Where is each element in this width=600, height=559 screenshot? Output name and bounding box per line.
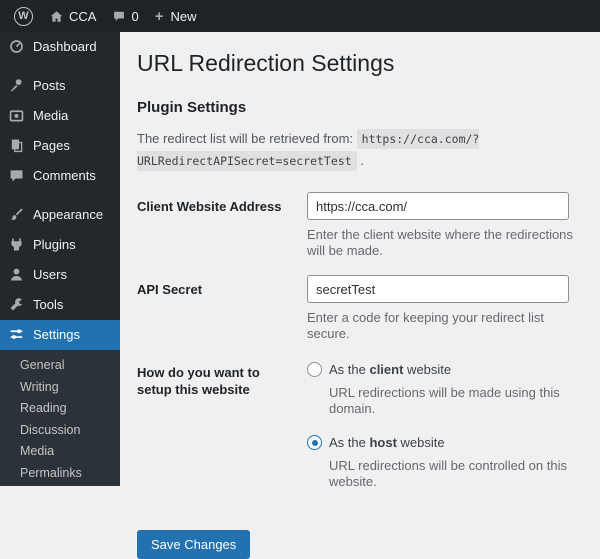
sidebar-item-label: Tools bbox=[33, 297, 64, 312]
sidebar-item-pages[interactable]: Pages bbox=[0, 131, 120, 161]
retrieve-suffix: . bbox=[360, 153, 364, 168]
home-icon bbox=[49, 9, 64, 24]
sidebar-item-label: Posts bbox=[33, 78, 66, 93]
client-website-row: Client Website Address Enter the client … bbox=[137, 192, 580, 259]
admin-bar: W CCA 0 + New bbox=[0, 0, 600, 32]
sidebar-item-tools[interactable]: Tools bbox=[0, 290, 120, 320]
save-changes-button[interactable]: Save Changes bbox=[137, 530, 251, 559]
submenu-item-writing[interactable]: Writing bbox=[0, 377, 120, 399]
sidebar-item-label: Settings bbox=[33, 327, 80, 342]
sidebar-item-appearance[interactable]: Appearance bbox=[0, 200, 120, 230]
settings-submenu: General Writing Reading Discussion Media… bbox=[0, 350, 120, 486]
api-secret-description: Enter a code for keeping your redirect l… bbox=[307, 310, 545, 341]
main-content: URL Redirection Settings Plugin Settings… bbox=[120, 32, 600, 559]
api-secret-field: Enter a code for keeping your redirect l… bbox=[307, 275, 580, 342]
submenu-item-permalinks[interactable]: Permalinks bbox=[0, 463, 120, 485]
comments-count: 0 bbox=[131, 8, 139, 24]
sidebar-item-dashboard[interactable]: Dashboard bbox=[0, 32, 120, 62]
sidebar-item-label: Media bbox=[33, 108, 69, 123]
menu-separator bbox=[0, 62, 120, 71]
submenu-item-reading[interactable]: Reading bbox=[0, 398, 120, 420]
api-secret-input[interactable] bbox=[307, 275, 569, 303]
client-option-label: As the client website bbox=[329, 362, 451, 377]
submenu-item-general[interactable]: General bbox=[0, 355, 120, 377]
section-title: Plugin Settings bbox=[137, 99, 247, 116]
host-option-post: website bbox=[396, 435, 445, 450]
wrench-icon bbox=[8, 296, 26, 314]
plugin-icon bbox=[8, 236, 26, 254]
client-option-pre: As the bbox=[329, 362, 370, 377]
host-option-description: URL redirections will be controlled on t… bbox=[329, 458, 567, 489]
admin-sidebar: Dashboard Posts Media Pages Comments App… bbox=[0, 32, 120, 486]
pin-icon bbox=[8, 77, 26, 95]
sidebar-item-label: Pages bbox=[33, 138, 70, 153]
sidebar-item-comments[interactable]: Comments bbox=[0, 161, 120, 191]
sidebar-item-settings[interactable]: Settings bbox=[0, 320, 120, 350]
sidebar-item-posts[interactable]: Posts bbox=[0, 71, 120, 101]
comment-bubble-icon bbox=[112, 9, 126, 23]
menu-separator bbox=[0, 191, 120, 200]
host-option-pre: As the bbox=[329, 435, 370, 450]
sidebar-item-plugins[interactable]: Plugins bbox=[0, 230, 120, 260]
setup-mode-label: How do you want to setup this website bbox=[137, 365, 260, 397]
client-website-label: Client Website Address bbox=[137, 199, 282, 214]
settings-sliders-icon bbox=[8, 326, 26, 344]
sidebar-item-label: Users bbox=[33, 267, 67, 282]
client-website-field: Enter the client website where the redir… bbox=[307, 192, 580, 259]
sidebar-item-label: Plugins bbox=[33, 237, 76, 252]
site-name-link[interactable]: CCA bbox=[41, 0, 104, 32]
sidebar-item-media[interactable]: Media bbox=[0, 101, 120, 131]
pages-icon bbox=[8, 137, 26, 155]
sidebar-item-label: Comments bbox=[33, 168, 96, 183]
sidebar-item-label: Appearance bbox=[33, 207, 104, 222]
client-option-description: URL redirections will be made using this… bbox=[329, 385, 560, 416]
host-website-radio-option[interactable]: As the host website bbox=[307, 435, 580, 450]
client-website-description: Enter the client website where the redir… bbox=[307, 227, 573, 258]
client-website-radio-option[interactable]: As the client website bbox=[307, 362, 580, 377]
client-website-input[interactable] bbox=[307, 192, 569, 220]
client-option-post: website bbox=[403, 362, 452, 377]
submenu-item-discussion[interactable]: Discussion bbox=[0, 420, 120, 442]
dashboard-icon bbox=[8, 38, 26, 56]
user-icon bbox=[8, 266, 26, 284]
plus-icon: + bbox=[154, 7, 164, 25]
new-label: New bbox=[170, 8, 197, 24]
host-option-label: As the host website bbox=[329, 435, 445, 450]
camera-icon bbox=[8, 107, 26, 125]
api-secret-row: API Secret Enter a code for keeping your… bbox=[137, 275, 580, 342]
radio-checked-icon[interactable] bbox=[307, 435, 322, 450]
api-secret-label: API Secret bbox=[137, 282, 203, 297]
radio-unchecked-icon[interactable] bbox=[307, 362, 322, 377]
submenu-item-media[interactable]: Media bbox=[0, 441, 120, 463]
comments-admin-button[interactable]: 0 bbox=[104, 0, 146, 32]
brush-icon bbox=[8, 206, 26, 224]
site-name-label: CCA bbox=[69, 8, 97, 24]
wordpress-logo-icon: W bbox=[14, 6, 33, 26]
sidebar-item-label: Dashboard bbox=[33, 39, 97, 54]
wordpress-menu-button[interactable]: W bbox=[6, 0, 41, 32]
sidebar-item-users[interactable]: Users bbox=[0, 260, 120, 290]
retrieve-info-line: The redirect list will be retrieved from… bbox=[137, 128, 580, 172]
retrieve-prefix: The redirect list will be retrieved from… bbox=[137, 131, 354, 146]
page-title: URL Redirection Settings bbox=[137, 50, 395, 76]
host-option-bold: host bbox=[369, 435, 397, 450]
comments-icon bbox=[8, 167, 26, 185]
client-option-bold: client bbox=[369, 362, 404, 377]
new-content-button[interactable]: + New bbox=[147, 0, 205, 32]
